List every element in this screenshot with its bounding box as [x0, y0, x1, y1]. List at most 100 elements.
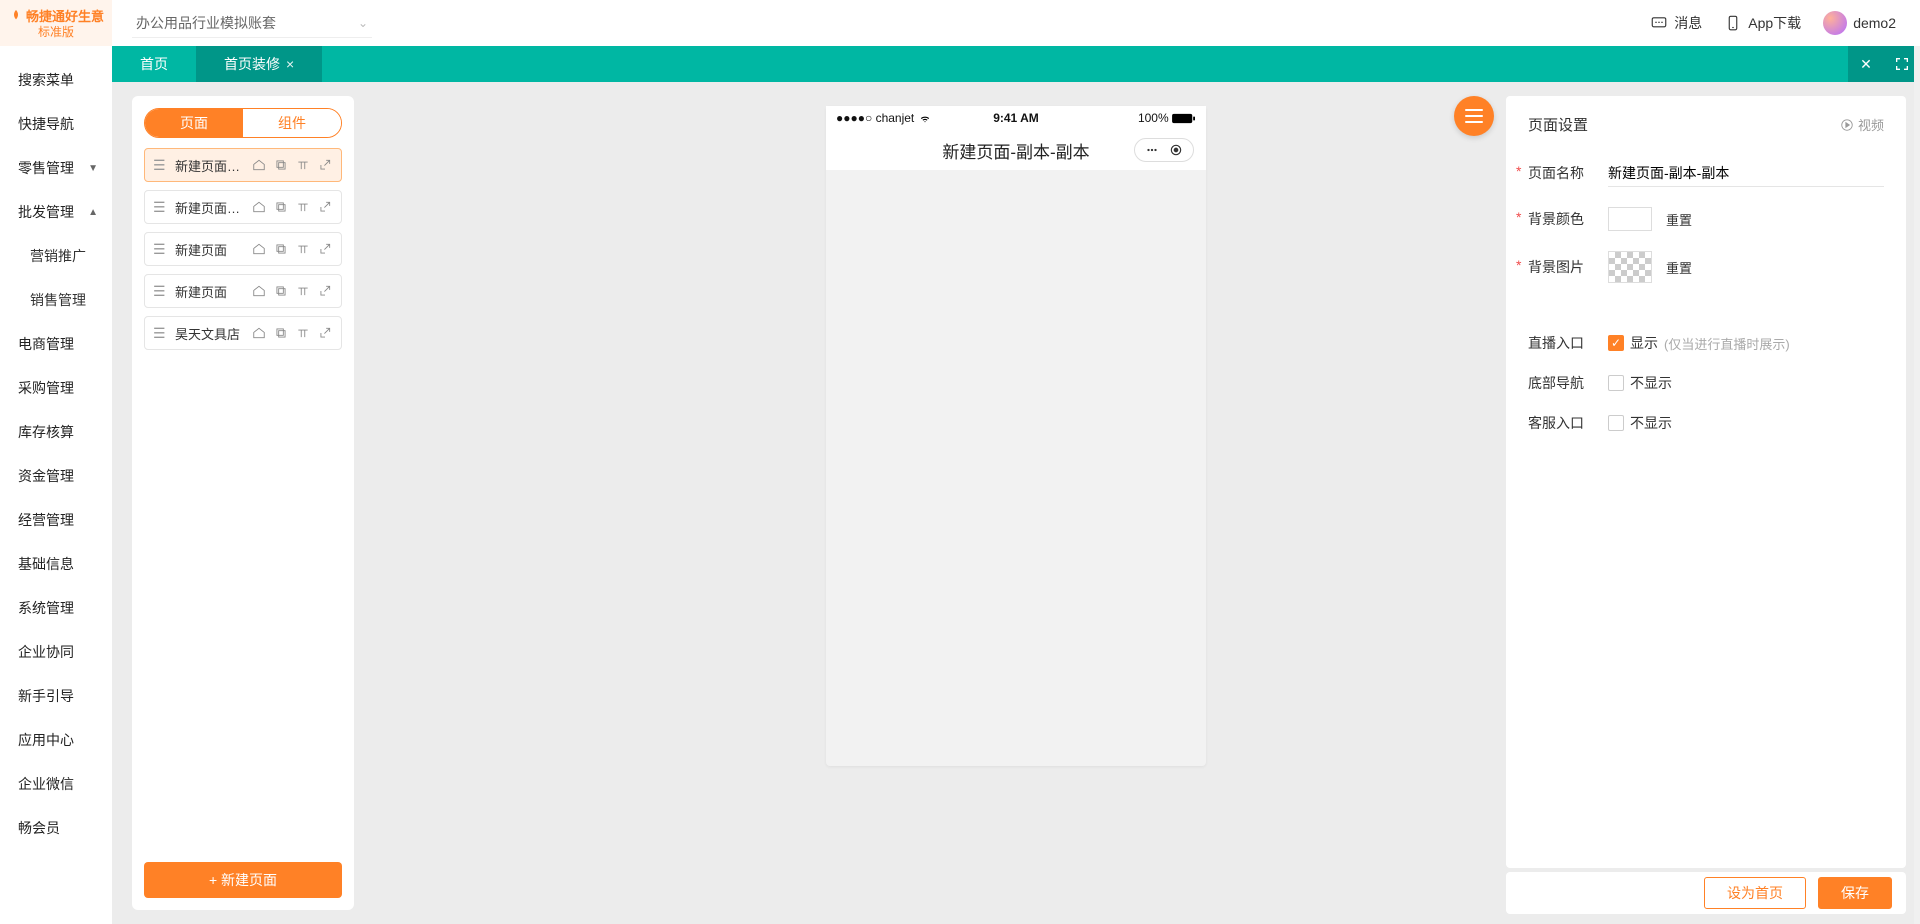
account-selector[interactable]: 办公用品行业模拟账套 ⌄ — [132, 8, 372, 38]
share-icon[interactable] — [317, 241, 333, 257]
page-row[interactable]: ☰ 昊天文具店 — [144, 316, 342, 350]
share-icon[interactable] — [317, 283, 333, 299]
bgimg-picker[interactable] — [1608, 251, 1652, 283]
avatar — [1823, 11, 1847, 35]
phone-icon — [1724, 14, 1742, 32]
bgimg-label: 背景图片 — [1528, 257, 1608, 277]
delete-icon[interactable] — [295, 157, 311, 173]
segment-control: 页面 组件 — [144, 108, 342, 138]
app-download-label: App下载 — [1748, 13, 1801, 33]
home-icon[interactable] — [251, 241, 267, 257]
nav-inventory[interactable]: 库存核算 — [0, 410, 112, 454]
nav-quick-nav[interactable]: 快捷导航 — [0, 102, 112, 146]
page-row[interactable]: ☰ 新建页面-副本-... — [144, 148, 342, 182]
copy-icon[interactable] — [273, 157, 289, 173]
page-name-label: 页面名称 — [1528, 163, 1608, 183]
miniapp-capsule[interactable] — [1134, 138, 1194, 162]
nav-marketing[interactable]: 营销推广 — [0, 234, 112, 278]
nav-search-menu[interactable]: 搜索菜单 — [0, 58, 112, 102]
delete-icon[interactable] — [295, 325, 311, 341]
play-icon — [1840, 118, 1854, 132]
nav-retail[interactable]: 零售管理▼ — [0, 146, 112, 190]
share-icon[interactable] — [317, 325, 333, 341]
drag-handle-icon[interactable]: ☰ — [153, 284, 167, 298]
nav-onboarding[interactable]: 新手引导 — [0, 674, 112, 718]
delete-icon[interactable] — [295, 241, 311, 257]
nav-wholesale[interactable]: 批发管理▲ — [0, 190, 112, 234]
drag-handle-icon[interactable]: ☰ — [153, 200, 167, 214]
message-icon — [1650, 14, 1668, 32]
home-icon[interactable] — [251, 283, 267, 299]
caret-down-icon: ▼ — [88, 163, 98, 174]
close-icon[interactable]: × — [286, 56, 294, 72]
delete-icon[interactable] — [295, 199, 311, 215]
user-name: demo2 — [1853, 15, 1896, 31]
copy-icon[interactable] — [273, 199, 289, 215]
page-name: 新建页面-副本 — [175, 198, 243, 217]
page-row[interactable]: ☰ 新建页面-副本 — [144, 190, 342, 224]
scrollbar-track[interactable] — [1914, 46, 1920, 924]
messages-label: 消息 — [1674, 13, 1702, 33]
save-button[interactable]: 保存 — [1818, 877, 1892, 909]
tab-page-decoration[interactable]: 首页装修 × — [196, 46, 322, 82]
copy-icon[interactable] — [273, 325, 289, 341]
bgcolor-swatch[interactable] — [1608, 207, 1652, 231]
nav-app-center[interactable]: 应用中心 — [0, 718, 112, 762]
tab-home[interactable]: 首页 — [112, 46, 196, 82]
nav-sales-mgmt[interactable]: 销售管理 — [0, 278, 112, 322]
nav-purchase[interactable]: 采购管理 — [0, 366, 112, 410]
panel-toggle-button[interactable] — [1454, 96, 1494, 136]
nav-member[interactable]: 畅会员 — [0, 806, 112, 850]
set-home-button[interactable]: 设为首页 — [1704, 877, 1806, 909]
page-row[interactable]: ☰ 新建页面 — [144, 232, 342, 266]
app-download-button[interactable]: App下载 — [1724, 13, 1801, 33]
drag-handle-icon[interactable]: ☰ — [153, 326, 167, 340]
topbar-right: 消息 App下载 demo2 — [1650, 11, 1920, 35]
nav-wecom[interactable]: 企业微信 — [0, 762, 112, 806]
left-nav: 搜索菜单 快捷导航 零售管理▼ 批发管理▲ 营销推广 销售管理 电商管理 采购管… — [0, 46, 112, 924]
settings-title: 页面设置 — [1528, 114, 1588, 135]
topbar: 畅捷通好生意 标准版 办公用品行业模拟账套 ⌄ 消息 App下载 demo2 — [0, 0, 1920, 46]
page-row[interactable]: ☰ 新建页面 — [144, 274, 342, 308]
tab-close-all[interactable]: ✕ — [1848, 46, 1884, 82]
account-label: 办公用品行业模拟账套 — [136, 13, 276, 33]
page-name-input[interactable] — [1608, 159, 1884, 187]
share-icon[interactable] — [317, 157, 333, 173]
home-icon[interactable] — [251, 325, 267, 341]
home-icon[interactable] — [251, 199, 267, 215]
home-icon[interactable] — [251, 157, 267, 173]
drag-handle-icon[interactable]: ☰ — [153, 242, 167, 256]
nav-operation[interactable]: 经营管理 — [0, 498, 112, 542]
brand-edition: 标准版 — [38, 26, 74, 38]
segment-components[interactable]: 组件 — [243, 109, 341, 137]
segment-pages[interactable]: 页面 — [145, 109, 243, 137]
chevron-down-icon: ⌄ — [358, 16, 368, 30]
service-entry-checkbox[interactable] — [1608, 415, 1624, 431]
user-menu[interactable]: demo2 — [1823, 11, 1896, 35]
nav-basic-info[interactable]: 基础信息 — [0, 542, 112, 586]
nav-ecommerce[interactable]: 电商管理 — [0, 322, 112, 366]
nav-system[interactable]: 系统管理 — [0, 586, 112, 630]
video-help-link[interactable]: 视频 — [1840, 115, 1884, 134]
bottom-nav-text: 不显示 — [1630, 373, 1672, 393]
bottom-nav-checkbox[interactable] — [1608, 375, 1624, 391]
brand-name: 畅捷通好生意 — [26, 10, 104, 23]
brand-logo[interactable]: 畅捷通好生意 标准版 — [0, 0, 112, 46]
copy-icon[interactable] — [273, 241, 289, 257]
copy-icon[interactable] — [273, 283, 289, 299]
live-entry-checkbox[interactable]: ✓ — [1608, 335, 1624, 351]
messages-button[interactable]: 消息 — [1650, 13, 1702, 33]
bgcolor-reset[interactable]: 重置 — [1666, 210, 1692, 229]
share-icon[interactable] — [317, 199, 333, 215]
drag-handle-icon[interactable]: ☰ — [153, 158, 167, 172]
delete-icon[interactable] — [295, 283, 311, 299]
page-name: 新建页面 — [175, 240, 243, 259]
nav-finance[interactable]: 资金管理 — [0, 454, 112, 498]
new-page-button[interactable]: + 新建页面 — [144, 862, 342, 898]
action-bar: 设为首页 保存 — [1506, 872, 1906, 914]
target-icon — [1169, 143, 1183, 157]
nav-enterprise-coop[interactable]: 企业协同 — [0, 630, 112, 674]
page-list-panel: 页面 组件 ☰ 新建页面-副本-... ☰ 新建页面-副本 — [132, 96, 354, 910]
tab-strip: 首页 首页装修 × ✕ — [112, 46, 1920, 82]
bgimg-reset[interactable]: 重置 — [1666, 258, 1692, 277]
